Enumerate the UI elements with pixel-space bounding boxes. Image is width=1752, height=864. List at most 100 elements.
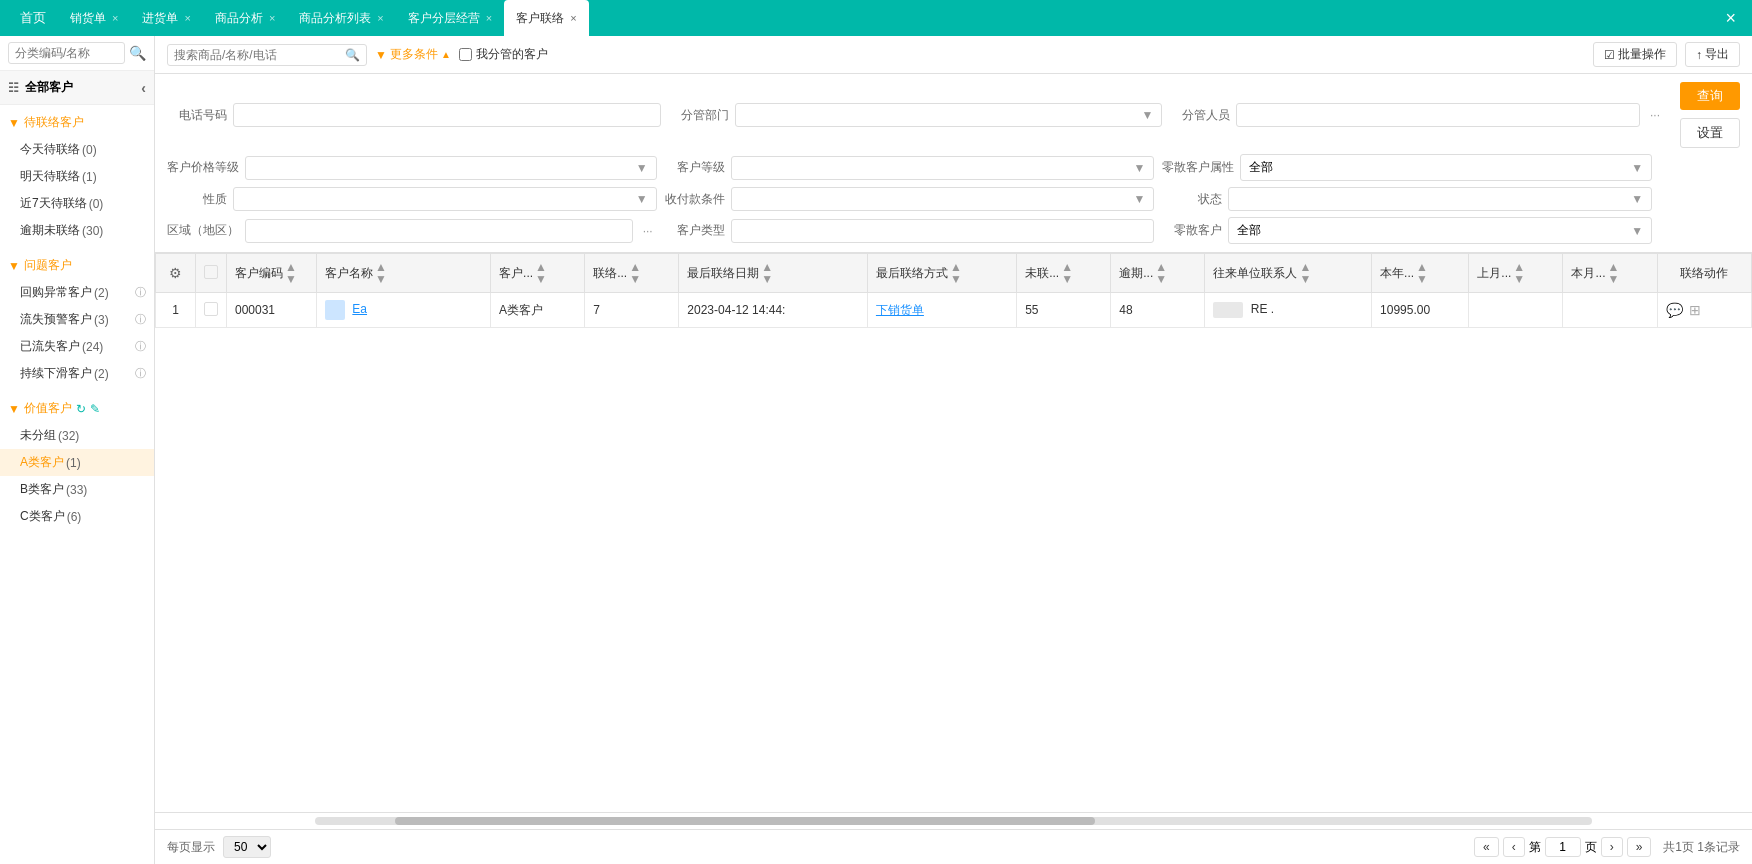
filter-search-input[interactable]	[174, 48, 345, 62]
sidebar-search-container: 🔍	[0, 36, 154, 71]
refresh-icon[interactable]: ↻	[76, 402, 86, 416]
prev-page-button[interactable]: ‹	[1503, 837, 1525, 857]
qr-action-icon[interactable]: ⊞	[1689, 302, 1701, 318]
col-this-year[interactable]: 本年... ▲▼	[1372, 254, 1469, 293]
col-checkbox-header[interactable]	[196, 254, 227, 293]
contact-method-link[interactable]: 下销货单	[876, 303, 924, 317]
chat-action-icon[interactable]: 💬	[1666, 302, 1683, 318]
problem-customers-title[interactable]: ▼ 问题客户	[0, 252, 154, 279]
col-customer-type[interactable]: 客户... ▲▼	[491, 254, 585, 293]
nav-tab-analysis-list[interactable]: 商品分析列表 ×	[287, 0, 395, 36]
person-more-icon[interactable]: ···	[1646, 108, 1664, 122]
col-settings[interactable]: ⚙	[156, 254, 196, 293]
region-input[interactable]	[245, 219, 633, 243]
sidebar-all-customers[interactable]: ☷ 全部客户 ‹	[0, 71, 154, 105]
col-customer-name[interactable]: 客户名称 ▲▼	[317, 254, 491, 293]
nature-select[interactable]: ▼	[233, 187, 657, 211]
col-last-contact-date[interactable]: 最后联络日期 ▲▼	[679, 254, 868, 293]
value-customers-title[interactable]: ▼ 价值客户 ↻ ✎	[0, 395, 154, 422]
collapse-sidebar-icon[interactable]: ‹	[141, 80, 146, 96]
status-field: 状态 ▼	[1162, 187, 1652, 211]
select-all-checkbox[interactable]	[204, 265, 218, 279]
sidebar-item-warning[interactable]: 流失预警客户 (3) ⓘ	[0, 306, 154, 333]
query-button[interactable]: 查询	[1680, 82, 1740, 110]
table-body: 1 000031 Ea A类客户 7 2023-04-12 14:44:	[156, 293, 1752, 328]
filter-icon: ▼	[375, 48, 387, 62]
retail-customer-select[interactable]: 全部 ▼	[1228, 217, 1652, 244]
nav-tab-analysis[interactable]: 商品分析 ×	[203, 0, 287, 36]
filter-more-conditions[interactable]: ▼ 更多条件 ▲	[375, 46, 451, 63]
sidebar-item-unclassified[interactable]: 未分组 (32)	[0, 422, 154, 449]
settings-button[interactable]: 设置	[1680, 118, 1740, 148]
sidebar-item-a-class[interactable]: A类客户 (1)	[0, 449, 154, 476]
close-segment-tab[interactable]: ×	[486, 12, 492, 24]
region-more-icon[interactable]: ···	[639, 224, 657, 238]
customer-name-link[interactable]: Ea	[352, 302, 367, 316]
retail-attr-select[interactable]: 全部 ▼	[1240, 154, 1652, 181]
sidebar-item-abnormal[interactable]: 回购异常客户 (2) ⓘ	[0, 279, 154, 306]
row-select-checkbox[interactable]	[204, 302, 218, 316]
col-this-month[interactable]: 本月... ▲▼	[1563, 254, 1657, 293]
window-close-button[interactable]: ×	[1717, 8, 1744, 29]
settings-gear-icon[interactable]: ⚙	[169, 265, 182, 281]
nav-tab-customer-contact[interactable]: 客户联络 ×	[504, 0, 588, 36]
col-unit-contact[interactable]: 往来单位联系人 ▲▼	[1205, 254, 1372, 293]
person-input[interactable]	[1236, 103, 1640, 127]
nav-tab-sales[interactable]: 销货单 ×	[58, 0, 130, 36]
close-contact-tab[interactable]: ×	[570, 12, 576, 24]
filter-my-customers[interactable]: 我分管的客户	[459, 46, 548, 63]
close-purchase-tab[interactable]: ×	[184, 12, 190, 24]
sidebar-item-declining[interactable]: 持续下滑客户 (2) ⓘ	[0, 360, 154, 387]
col-customer-code[interactable]: 客户编码 ▲▼	[227, 254, 317, 293]
status-select[interactable]: ▼	[1228, 187, 1652, 211]
edit-value-icon[interactable]: ✎	[90, 402, 100, 416]
row-checkbox[interactable]	[196, 293, 227, 328]
col-uncontacted[interactable]: 未联... ▲▼	[1017, 254, 1111, 293]
col-overdue[interactable]: 逾期... ▲▼	[1111, 254, 1205, 293]
sidebar-item-tomorrow[interactable]: 明天待联络 (1)	[0, 163, 154, 190]
last-page-button[interactable]: »	[1627, 837, 1652, 857]
col-last-month[interactable]: 上月... ▲▼	[1469, 254, 1563, 293]
customer-type-input[interactable]	[731, 219, 1155, 243]
close-analysis-tab[interactable]: ×	[269, 12, 275, 24]
phone-input[interactable]	[233, 103, 661, 127]
batch-operation-button[interactable]: ☑ 批量操作	[1593, 42, 1677, 67]
nav-tab-customer-segment[interactable]: 客户分层经营 ×	[396, 0, 504, 36]
status-label: 状态	[1162, 191, 1222, 208]
row-name[interactable]: Ea	[317, 293, 491, 328]
sidebar-search-input[interactable]	[8, 42, 125, 64]
next-page-button[interactable]: ›	[1601, 837, 1623, 857]
first-page-button[interactable]: «	[1474, 837, 1499, 857]
filter-search-icon[interactable]: 🔍	[345, 48, 360, 62]
nav-tab-purchase[interactable]: 进货单 ×	[130, 0, 202, 36]
scroll-thumb[interactable]	[395, 817, 1095, 825]
row-last-contact-method[interactable]: 下销货单	[867, 293, 1016, 328]
nav-home[interactable]: 首页	[8, 9, 58, 27]
horizontal-scrollbar[interactable]	[155, 812, 1752, 829]
pending-contact-title[interactable]: ▼ 待联络客户	[0, 109, 154, 136]
page-number-input[interactable]	[1545, 837, 1581, 857]
sidebar-item-7days[interactable]: 近7天待联络 (0)	[0, 190, 154, 217]
sidebar-item-lost[interactable]: 已流失客户 (24) ⓘ	[0, 333, 154, 360]
dept-select[interactable]: ▼	[735, 103, 1163, 127]
col-last-contact-method[interactable]: 最后联络方式 ▲▼	[867, 254, 1016, 293]
export-button[interactable]: ↑ 导出	[1685, 42, 1740, 67]
row-actions: 💬 ⊞	[1657, 293, 1751, 328]
sidebar-item-b-class[interactable]: B类客户 (33)	[0, 476, 154, 503]
info-icon-lost: ⓘ	[135, 339, 146, 354]
my-customers-checkbox[interactable]	[459, 48, 472, 61]
sidebar-item-c-class[interactable]: C类客户 (6)	[0, 503, 154, 530]
close-sales-tab[interactable]: ×	[112, 12, 118, 24]
close-analysis-list-tab[interactable]: ×	[377, 12, 383, 24]
price-level-select[interactable]: ▼	[245, 156, 657, 180]
data-table: ⚙ 客户编码 ▲▼ 客户名称	[155, 253, 1752, 328]
customer-level-select[interactable]: ▼	[731, 156, 1155, 180]
problem-arrow-icon: ▼	[8, 259, 20, 273]
col-contact[interactable]: 联络... ▲▼	[585, 254, 679, 293]
sidebar-search-icon[interactable]: 🔍	[129, 45, 146, 61]
row-overdue: 48	[1111, 293, 1205, 328]
payment-select[interactable]: ▼	[731, 187, 1155, 211]
page-size-select[interactable]: 50	[223, 836, 271, 858]
sidebar-item-overdue[interactable]: 逾期未联络 (30)	[0, 217, 154, 244]
sidebar-item-today[interactable]: 今天待联络 (0)	[0, 136, 154, 163]
